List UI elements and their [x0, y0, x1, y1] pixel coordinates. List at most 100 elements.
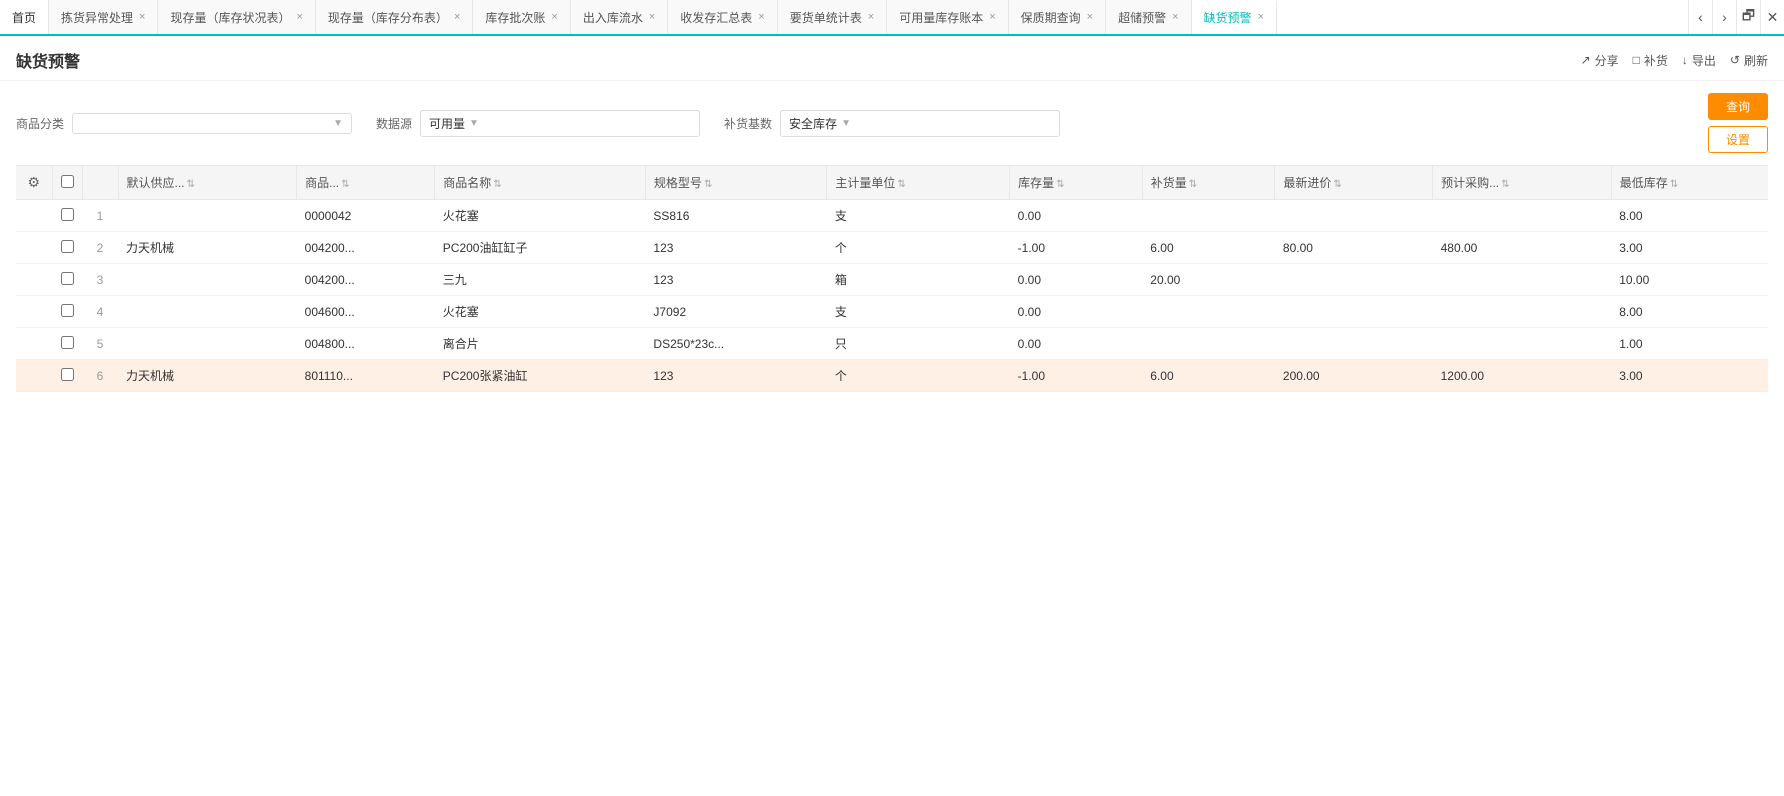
tab-1-close[interactable]: ×: [139, 11, 145, 23]
select-all-checkbox[interactable]: [61, 175, 74, 188]
row-stock: 0.00: [1010, 296, 1143, 328]
tab-4-label: 库存批次账: [485, 9, 545, 26]
column-gear[interactable]: ⚙: [16, 166, 52, 200]
row-checkbox[interactable]: [61, 336, 74, 349]
tab-2-close[interactable]: ×: [296, 11, 302, 23]
tab-10[interactable]: 超储预警 ×: [1106, 0, 1191, 34]
column-supplier[interactable]: 默认供应...⇅: [118, 166, 297, 200]
column-min-stock[interactable]: 最低库存⇅: [1611, 166, 1768, 200]
column-replenish-label: 补货量: [1151, 176, 1187, 190]
tab-prev-button[interactable]: ‹: [1688, 0, 1712, 35]
table-row: 5 004800... 离合片 DS250*23c... 只 0.00 1.00: [16, 328, 1768, 360]
tab-8[interactable]: 可用量库存账本 ×: [887, 0, 1008, 34]
column-stock[interactable]: 库存量⇅: [1010, 166, 1143, 200]
tab-9-close[interactable]: ×: [1087, 11, 1093, 23]
settings-button[interactable]: 设置: [1708, 126, 1768, 153]
datasource-filter-label: 数据源: [376, 115, 412, 132]
export-button[interactable]: ↓ 导出: [1682, 52, 1716, 69]
row-supplier: [118, 328, 297, 360]
stock-sort-icon[interactable]: ⇅: [1056, 179, 1064, 190]
tab-6-label: 收发存汇总表: [680, 9, 752, 26]
row-checkbox-cell[interactable]: [52, 232, 82, 264]
product-name-sort-icon[interactable]: ⇅: [493, 179, 501, 190]
latest-price-sort-icon[interactable]: ⇅: [1333, 179, 1341, 190]
window-close-button[interactable]: ✕: [1760, 0, 1784, 35]
tab-7-close[interactable]: ×: [868, 11, 874, 23]
estimated-purchase-sort-icon[interactable]: ⇅: [1501, 179, 1509, 190]
tab-11-close[interactable]: ×: [1258, 11, 1264, 23]
row-seq: 4: [82, 296, 118, 328]
column-product-name[interactable]: 商品名称⇅: [435, 166, 646, 200]
category-select[interactable]: ▼: [72, 113, 352, 134]
supplier-sort-icon[interactable]: ⇅: [187, 179, 195, 190]
tab-9[interactable]: 保质期查询 ×: [1009, 0, 1106, 34]
column-latest-price[interactable]: 最新进价⇅: [1275, 166, 1433, 200]
spec-sort-icon[interactable]: ⇅: [704, 179, 712, 190]
tab-4-close[interactable]: ×: [551, 11, 557, 23]
unit-sort-icon[interactable]: ⇅: [897, 179, 905, 190]
query-button[interactable]: 查询: [1708, 93, 1768, 120]
window-restore-button[interactable]: 🗗: [1736, 0, 1760, 35]
header-actions: ↗ 分享 □ 补货 ↓ 导出 ↺ 刷新: [1581, 52, 1768, 69]
tab-2[interactable]: 现存量（库存状况表） ×: [158, 0, 315, 34]
category-filter-group: 商品分类 ▼: [16, 113, 352, 134]
row-supplier: [118, 264, 297, 296]
replenish-sort-icon[interactable]: ⇅: [1189, 179, 1197, 190]
tab-3[interactable]: 现存量（库存分布表） ×: [316, 0, 473, 34]
tab-5[interactable]: 出入库流水 ×: [571, 0, 668, 34]
row-checkbox[interactable]: [61, 208, 74, 221]
row-checkbox[interactable]: [61, 240, 74, 253]
tab-home[interactable]: 首页: [0, 0, 49, 34]
tab-10-close[interactable]: ×: [1172, 11, 1178, 23]
replenish-base-select[interactable]: 安全库存 ▼: [780, 110, 1060, 137]
tab-1[interactable]: 拣货异常处理 ×: [49, 0, 158, 34]
tab-3-close[interactable]: ×: [454, 11, 460, 23]
row-checkbox-cell[interactable]: [52, 264, 82, 296]
datasource-select[interactable]: 可用量 ▼: [420, 110, 700, 137]
page-container: 缺货预警 ↗ 分享 □ 补货 ↓ 导出 ↺ 刷新 商品分类: [0, 36, 1784, 796]
replenish-button[interactable]: □ 补货: [1633, 52, 1668, 69]
row-checkbox-cell[interactable]: [52, 328, 82, 360]
row-checkbox-cell[interactable]: [52, 200, 82, 232]
replenish-base-dropdown-icon: ▼: [841, 118, 851, 129]
gear-icon[interactable]: ⚙: [27, 174, 40, 191]
tab-next-button[interactable]: ›: [1712, 0, 1736, 35]
row-min-stock: 8.00: [1611, 200, 1768, 232]
row-product-code: 004800...: [297, 328, 435, 360]
tab-5-close[interactable]: ×: [649, 11, 655, 23]
row-stock: -1.00: [1010, 360, 1143, 392]
tab-8-close[interactable]: ×: [989, 11, 995, 23]
row-unit: 个: [827, 360, 1010, 392]
page-title: 缺货预警: [16, 48, 80, 72]
tab-1-label: 拣货异常处理: [61, 9, 133, 26]
row-checkbox[interactable]: [61, 272, 74, 285]
row-checkbox[interactable]: [61, 368, 74, 381]
row-checkbox-cell[interactable]: [52, 360, 82, 392]
datasource-select-value: 可用量: [429, 115, 465, 132]
tab-nav-buttons: ‹ › 🗗 ✕: [1688, 0, 1784, 35]
column-replenish[interactable]: 补货量⇅: [1142, 166, 1275, 200]
column-unit[interactable]: 主计量单位⇅: [827, 166, 1010, 200]
tab-9-label: 保质期查询: [1021, 9, 1081, 26]
row-product-name: 火花塞: [435, 200, 646, 232]
row-product-name: 三九: [435, 264, 646, 296]
refresh-button[interactable]: ↺ 刷新: [1730, 52, 1768, 69]
row-checkbox[interactable]: [61, 304, 74, 317]
column-product-code[interactable]: 商品...⇅: [297, 166, 435, 200]
tab-7[interactable]: 要货单统计表 ×: [778, 0, 887, 34]
row-spec: DS250*23c...: [645, 328, 826, 360]
tab-11[interactable]: 缺货预警 ×: [1192, 1, 1277, 35]
column-estimated-purchase[interactable]: 预计采购...⇅: [1433, 166, 1612, 200]
tab-6[interactable]: 收发存汇总表 ×: [668, 0, 777, 34]
min-stock-sort-icon[interactable]: ⇅: [1670, 179, 1678, 190]
tab-4[interactable]: 库存批次账 ×: [473, 0, 570, 34]
column-spec[interactable]: 规格型号⇅: [645, 166, 826, 200]
product-code-sort-icon[interactable]: ⇅: [341, 179, 349, 190]
share-button[interactable]: ↗ 分享: [1581, 52, 1619, 69]
tab-6-close[interactable]: ×: [758, 11, 764, 23]
row-product-name: PC200张紧油缸: [435, 360, 646, 392]
row-checkbox-cell[interactable]: [52, 296, 82, 328]
row-stock: 0.00: [1010, 264, 1143, 296]
column-product-code-label: 商品...: [305, 176, 339, 190]
row-min-stock: 1.00: [1611, 328, 1768, 360]
